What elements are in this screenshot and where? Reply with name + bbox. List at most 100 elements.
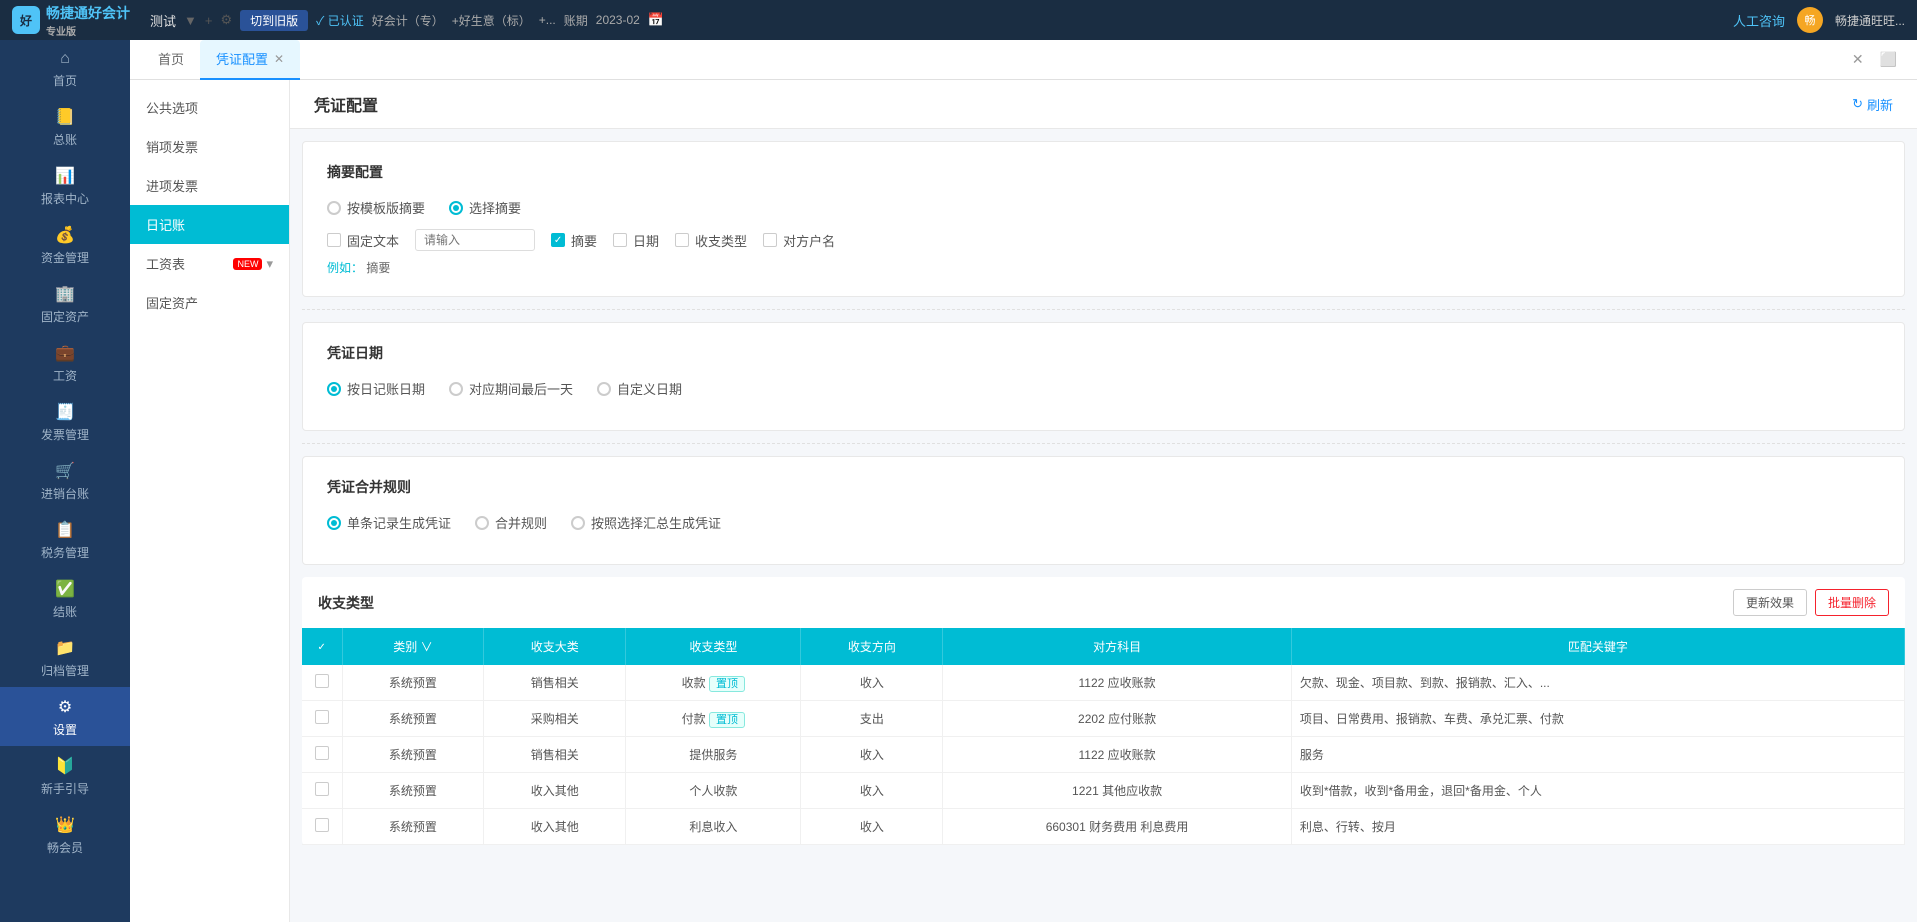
td-checkbox-2[interactable] [302,737,342,773]
page-container: 公共选项 销项发票 进项发票 日记账 工资表 NEW ▾ [130,80,1917,922]
refresh-btn[interactable]: ↻ 刷新 [1852,95,1893,114]
top-tag-1: 置顶 [709,712,745,728]
sidebar-item-invoice[interactable]: 🧾 发票管理 [0,392,130,451]
td-checkbox-1[interactable] [302,701,342,737]
period-value: 2023-02 [596,13,640,27]
example-label: 例如： [327,261,363,275]
sidebar-item-settle[interactable]: ✅ 结账 [0,569,130,628]
tab-home[interactable]: 首页 [142,40,200,80]
certified-label: ✓ 已认证 [316,12,364,29]
td-category-4: 系统预置 [342,809,484,845]
radio-template-circle [327,201,341,215]
checkbox-type[interactable]: 收支类型 [675,231,747,250]
user-name: 畅捷通旺旺... [1835,12,1905,29]
checkbox-type-box [675,233,689,247]
summary-title: 摘要配置 [327,162,1880,182]
sidebar-label-purchase: 进销台账 [41,485,89,502]
sidebar-item-guide[interactable]: 🔰 新手引导 [0,746,130,805]
th-main-type: 收支大类 [484,628,626,665]
radio-custom-date[interactable]: 自定义日期 [597,379,682,398]
radio-last-day[interactable]: 对应期间最后一天 [449,379,573,398]
sidebar-item-settings[interactable]: ⚙ 设置 [0,687,130,746]
radio-select[interactable]: 选择摘要 [449,198,521,217]
radio-journal-date[interactable]: 按日记账日期 [327,379,425,398]
sidebar-item-finance[interactable]: 💰 资金管理 [0,215,130,274]
calendar-icon[interactable]: 📅 [648,12,664,28]
window-maximize-icon[interactable]: ⬜ [1872,51,1905,68]
select-all-checkbox[interactable]: ✓ [315,640,329,654]
radio-template[interactable]: 按模板版摘要 [327,198,425,217]
logo-sub: 专业版 [46,23,130,38]
td-subject-0: 1122 应收账款 [943,665,1291,701]
left-nav-purchase-inv[interactable]: 进项发票 [130,166,289,205]
sidebar-item-archive[interactable]: 📁 归档管理 [0,628,130,687]
radio-summary-gen[interactable]: 按照选择汇总生成凭证 [571,513,721,532]
sidebar-item-purchase[interactable]: 🛒 进销台账 [0,451,130,510]
sidebar-item-tax[interactable]: 📋 税务管理 [0,510,130,569]
td-checkbox-4[interactable] [302,809,342,845]
left-nav-journal[interactable]: 日记账 [130,205,289,244]
batch-delete-btn[interactable]: 批量删除 [1815,589,1889,616]
td-keywords-0: 欠款、现金、项目款、到款、报销款、汇入、... [1291,665,1904,701]
td-direction-3: 收入 [801,773,943,809]
row-checkbox-2[interactable] [315,746,329,760]
switch-old-btn[interactable]: 切到旧版 [240,10,308,31]
td-type-3: 个人收款 [626,773,801,809]
left-nav: 公共选项 销项发票 进项发票 日记账 工资表 NEW ▾ [130,80,290,922]
row-checkbox-3[interactable] [315,782,329,796]
tab-home-label: 首页 [158,49,184,68]
row-checkbox-4[interactable] [315,818,329,832]
left-nav-journal-label: 日记账 [146,215,185,234]
row-checkbox-0[interactable] [315,674,329,688]
checkbox-date-label: 日期 [633,231,659,250]
sidebar-label-salary: 工资 [53,367,77,384]
left-nav-fixed-assets[interactable]: 固定资产 [130,283,289,322]
sidebar-item-home[interactable]: ⌂ 首页 [0,40,130,97]
tag-more: +... [539,13,556,27]
td-checkbox-3[interactable] [302,773,342,809]
sidebar-label-assets: 固定资产 [41,308,89,325]
tag-haokuai: 好会计（专） [372,12,444,29]
radio-merge[interactable]: 合并规则 [475,513,547,532]
tab-bar: 首页 凭证配置 ✕ ✕ ⬜ [130,40,1917,80]
td-category-3: 系统预置 [342,773,484,809]
sidebar-item-assets[interactable]: 🏢 固定资产 [0,274,130,333]
checkbox-summary[interactable]: ✓ 摘要 [551,231,597,250]
left-nav-salary-sheet[interactable]: 工资表 NEW ▾ [130,244,289,283]
window-minimize-icon[interactable]: ✕ [1844,51,1872,68]
test-label: 测试 [150,11,176,30]
settings-icon: ⚙ [58,697,72,717]
sidebar-item-report[interactable]: 📊 报表中心 [0,156,130,215]
td-subject-2: 1122 应收账款 [943,737,1291,773]
th-direction: 收支方向 [801,628,943,665]
td-checkbox-0[interactable] [302,665,342,701]
checkbox-fixed-text-box [327,233,341,247]
radio-single[interactable]: 单条记录生成凭证 [327,513,451,532]
th-subject: 对方科目 [943,628,1291,665]
checkbox-date[interactable]: 日期 [613,231,659,250]
top-bar-right: 人工咨询 畅 畅捷通旺旺... [1733,7,1905,33]
left-nav-sales[interactable]: 销项发票 [130,127,289,166]
checkbox-summary-label: 摘要 [571,231,597,250]
td-keywords-1: 项目、日常费用、报销款、车费、承兑汇票、付款 [1291,701,1904,737]
left-nav-sales-label: 销项发票 [146,137,198,156]
sidebar: ⌂ 首页 📒 总账 📊 报表中心 💰 资金管理 🏢 固定资产 💼 工资 🧾 发票… [0,40,130,922]
tab-close-icon[interactable]: ✕ [274,52,284,66]
sidebar-item-member[interactable]: 👑 畅会员 [0,805,130,864]
checkbox-fixed-text[interactable]: 固定文本 [327,231,399,250]
checkbox-counterparty[interactable]: 对方户名 [763,231,835,250]
left-nav-fixed-assets-label: 固定资产 [146,293,198,312]
table-row: 系统预置 销售相关 提供服务 收入 1122 应收账款 服务 [302,737,1905,773]
sidebar-label-settle: 结账 [53,603,77,620]
merge-radio-group: 单条记录生成凭证 合并规则 按照选择汇总生成凭证 [327,513,1880,532]
update-btn[interactable]: 更新效果 [1733,589,1807,616]
row-checkbox-1[interactable] [315,710,329,724]
human-service[interactable]: 人工咨询 [1733,11,1785,30]
fixed-text-input[interactable] [415,229,535,251]
left-nav-public[interactable]: 公共选项 [130,88,289,127]
td-type-4: 利息收入 [626,809,801,845]
sidebar-item-salary[interactable]: 💼 工资 [0,333,130,392]
sidebar-item-ledger[interactable]: 📒 总账 [0,97,130,156]
tab-voucher[interactable]: 凭证配置 ✕ [200,40,300,80]
radio-journal-date-circle [327,382,341,396]
